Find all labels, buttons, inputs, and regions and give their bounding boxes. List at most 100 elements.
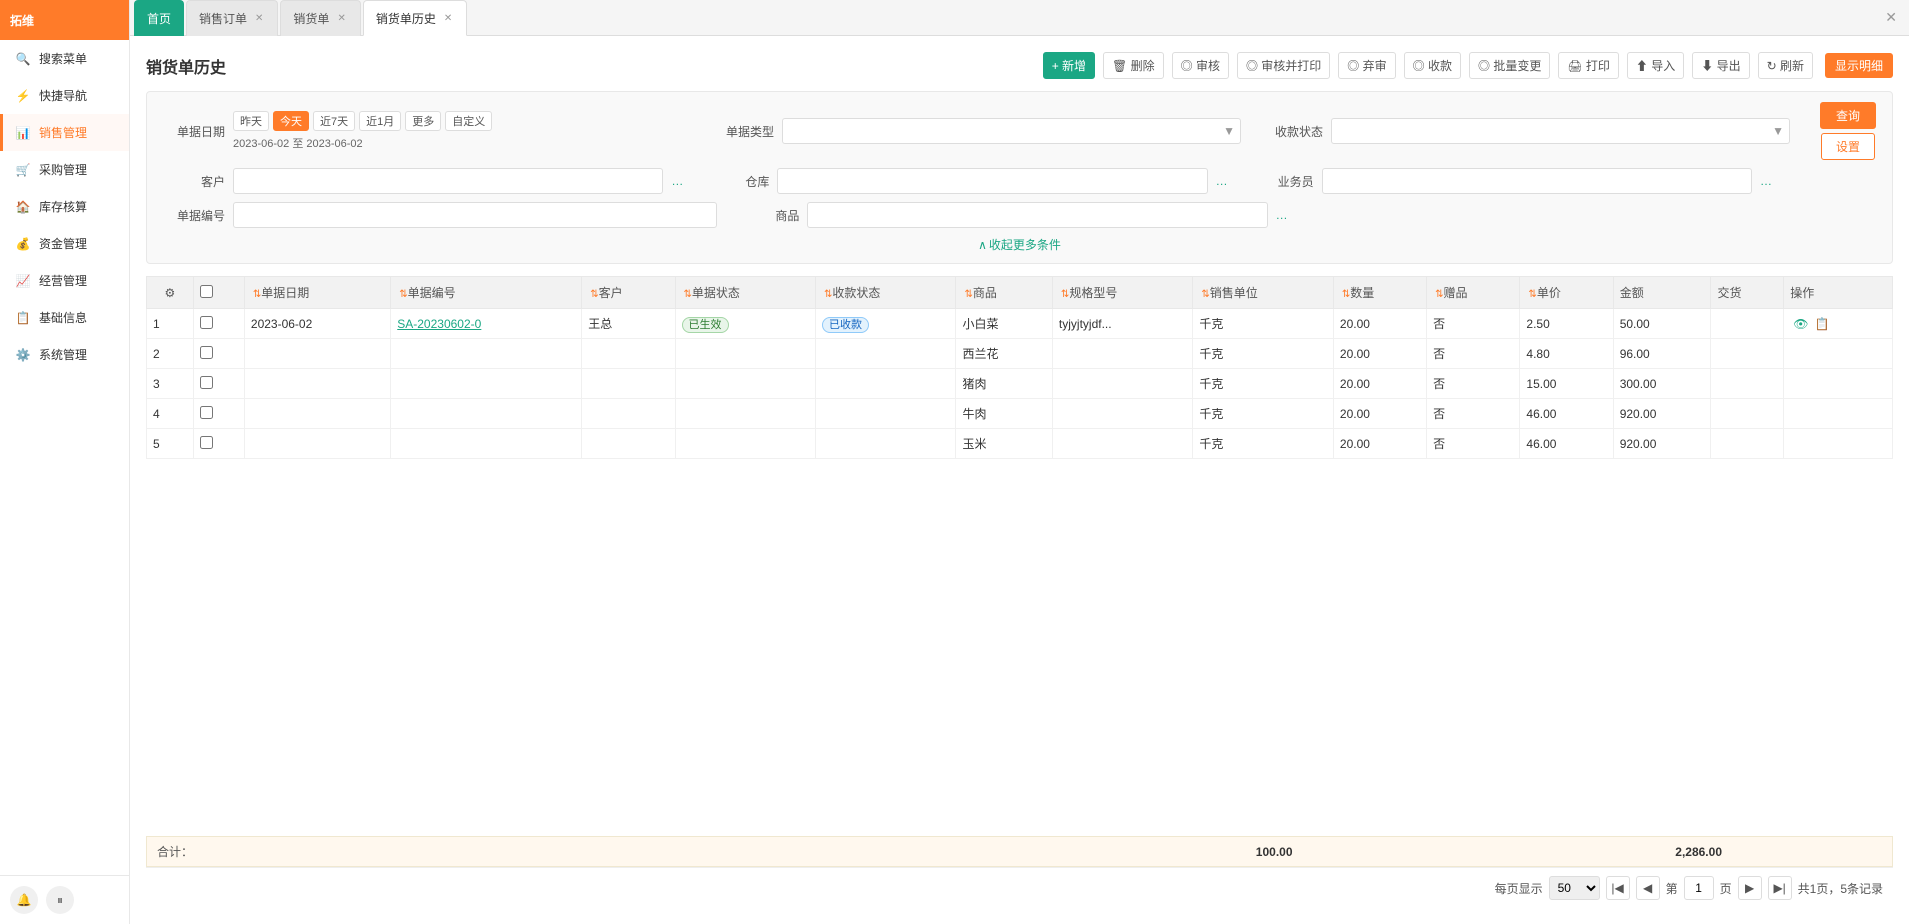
row-no[interactable]: SA-20230602-0 (391, 309, 582, 339)
salesperson-input[interactable] (1322, 168, 1752, 194)
doc-no-link[interactable]: SA-20230602-0 (397, 317, 481, 331)
tab-sales-order-close[interactable]: ✕ (253, 13, 265, 24)
tab-sales-history[interactable]: 销货单历史 ✕ (363, 0, 467, 36)
next-page-btn[interactable]: ▶ (1738, 876, 1762, 900)
sidebar-item-stock-calc[interactable]: 🏠 库存核算 (0, 188, 129, 225)
sidebar-item-finance-mgmt[interactable]: 💰 资金管理 (0, 225, 129, 262)
abandon-button[interactable]: ◎ 弃审 (1338, 52, 1395, 79)
salesperson-input-wrap: … (1322, 168, 1776, 194)
th-qty[interactable]: ⇅数量 (1333, 277, 1426, 309)
doc-no-input[interactable] (233, 202, 717, 228)
date-tab-7days[interactable]: 近7天 (313, 111, 355, 131)
table-body: 12023-06-02SA-20230602-0王总已生效已收款小白菜tyjyj… (147, 309, 1893, 459)
warehouse-ellipsis[interactable]: … (1212, 174, 1232, 188)
pagination: 每页显示 50 100 |◀ ◀ 第 1 页 ▶ ▶| 共1页，5条记录 (146, 867, 1893, 908)
current-page-input[interactable]: 1 (1684, 876, 1714, 900)
first-page-btn[interactable]: |◀ (1606, 876, 1630, 900)
row-select-checkbox[interactable] (200, 346, 213, 359)
tab-home[interactable]: 首页 (134, 0, 184, 36)
set-button[interactable]: 设置 (1821, 133, 1875, 160)
row-num: 3 (147, 369, 194, 399)
sidebar-item-ops-mgmt[interactable]: 📈 经营管理 (0, 262, 129, 299)
query-button[interactable]: 查询 (1820, 102, 1876, 129)
collect-status-label: 收款状态 (1261, 123, 1331, 140)
th-gift[interactable]: ⇅赠品 (1427, 277, 1520, 309)
doc-type-select[interactable] (782, 118, 1241, 144)
sidebar-item-sales-mgmt[interactable]: 📊 销售管理 (0, 114, 129, 151)
th-date[interactable]: ⇅单据日期 (244, 277, 390, 309)
tab-sales-goods-close[interactable]: ✕ (335, 13, 347, 24)
row-checkbox[interactable] (193, 429, 244, 459)
customer-input[interactable] (233, 168, 663, 194)
notification-btn[interactable]: 🔔 (10, 886, 38, 914)
batch-change-button[interactable]: ◎ 批量变更 (1469, 52, 1550, 79)
salesperson-ellipsis[interactable]: … (1756, 174, 1776, 188)
row-no[interactable] (391, 369, 582, 399)
collapse-button[interactable]: ∧ 收起更多条件 (978, 236, 1061, 253)
date-tab-more[interactable]: 更多 (405, 111, 441, 131)
copy-action-btn[interactable]: 📋 (1812, 317, 1833, 331)
row-gift: 否 (1427, 369, 1520, 399)
row-checkbox[interactable] (193, 369, 244, 399)
collect-status-select[interactable] (1331, 118, 1790, 144)
last-page-btn[interactable]: ▶| (1768, 876, 1792, 900)
row-no[interactable] (391, 399, 582, 429)
export-button[interactable]: ⬇ 导出 (1692, 52, 1749, 79)
warehouse-input[interactable] (777, 168, 1207, 194)
row-select-checkbox[interactable] (200, 316, 213, 329)
th-goods[interactable]: ⇅商品 (956, 277, 1052, 309)
tab-sales-history-close[interactable]: ✕ (442, 13, 454, 24)
date-tab-yesterday[interactable]: 昨天 (233, 111, 269, 131)
tab-sales-order[interactable]: 销售订单 ✕ (186, 0, 278, 36)
row-select-checkbox[interactable] (200, 436, 213, 449)
sidebar-item-quick-nav[interactable]: ⚡ 快捷导航 (0, 77, 129, 114)
th-gear[interactable]: ⚙ (147, 277, 194, 309)
th-spec[interactable]: ⇅规格型号 (1052, 277, 1192, 309)
row-checkbox[interactable] (193, 339, 244, 369)
th-collect-status[interactable]: ⇅收款状态 (816, 277, 956, 309)
sidebar-item-search-menu[interactable]: 🔍 搜索菜单 (0, 40, 129, 77)
row-no[interactable] (391, 429, 582, 459)
select-all-checkbox[interactable] (200, 285, 213, 298)
row-date (244, 399, 390, 429)
warehouse-input-wrap: … (777, 168, 1231, 194)
refresh-button[interactable]: ↻ 刷新 (1758, 52, 1813, 79)
th-customer[interactable]: ⇅客户 (582, 277, 675, 309)
tabs-close-all-btn[interactable]: ✕ (1877, 9, 1905, 26)
import-button[interactable]: ⬆ 导入 (1627, 52, 1684, 79)
row-date (244, 369, 390, 399)
pause-btn[interactable]: ⏸ (46, 886, 74, 914)
date-tab-today[interactable]: 今天 (273, 111, 309, 131)
review-print-button[interactable]: ◎ 审核并打印 (1237, 52, 1330, 79)
sidebar-item-purchase-mgmt[interactable]: 🛒 采购管理 (0, 151, 129, 188)
show-detail-button[interactable]: 显示明细 (1825, 53, 1893, 78)
new-button[interactable]: + 新增 (1043, 52, 1095, 79)
collect-button[interactable]: ◎ 收款 (1404, 52, 1461, 79)
goods-ellipsis[interactable]: … (1272, 208, 1292, 222)
row-checkbox[interactable] (193, 309, 244, 339)
row-checkbox[interactable] (193, 399, 244, 429)
per-page-select[interactable]: 50 100 (1549, 876, 1600, 900)
date-tab-1month[interactable]: 近1月 (359, 111, 401, 131)
trend-icon: 📈 (15, 273, 31, 289)
tab-sales-goods[interactable]: 销货单 ✕ (280, 0, 360, 36)
row-amount: 96.00 (1613, 339, 1711, 369)
print-button[interactable]: 🖨 打印 (1558, 52, 1619, 79)
view-action-btn[interactable]: 👁 (1790, 317, 1811, 331)
review-button[interactable]: ◎ 审核 (1172, 52, 1229, 79)
delete-button[interactable]: 🗑 删除 (1103, 52, 1164, 79)
th-price[interactable]: ⇅单价 (1520, 277, 1613, 309)
th-no[interactable]: ⇅单据编号 (391, 277, 582, 309)
prev-page-btn[interactable]: ◀ (1636, 876, 1660, 900)
th-doc-status[interactable]: ⇅单据状态 (675, 277, 815, 309)
sidebar-item-system-mgmt[interactable]: ⚙️ 系统管理 (0, 336, 129, 373)
goods-input[interactable] (807, 202, 1267, 228)
sidebar-item-basic-info[interactable]: 📋 基础信息 (0, 299, 129, 336)
row-select-checkbox[interactable] (200, 376, 213, 389)
row-no[interactable] (391, 339, 582, 369)
date-tab-custom[interactable]: 自定义 (445, 111, 492, 131)
th-unit[interactable]: ⇅销售单位 (1193, 277, 1333, 309)
customer-ellipsis[interactable]: … (667, 174, 687, 188)
toolbar: + 新增 🗑 删除 ◎ 审核 ◎ 审核并打印 ◎ 弃审 ◎ 收款 ◎ 批量变更 … (1043, 52, 1893, 79)
row-select-checkbox[interactable] (200, 406, 213, 419)
